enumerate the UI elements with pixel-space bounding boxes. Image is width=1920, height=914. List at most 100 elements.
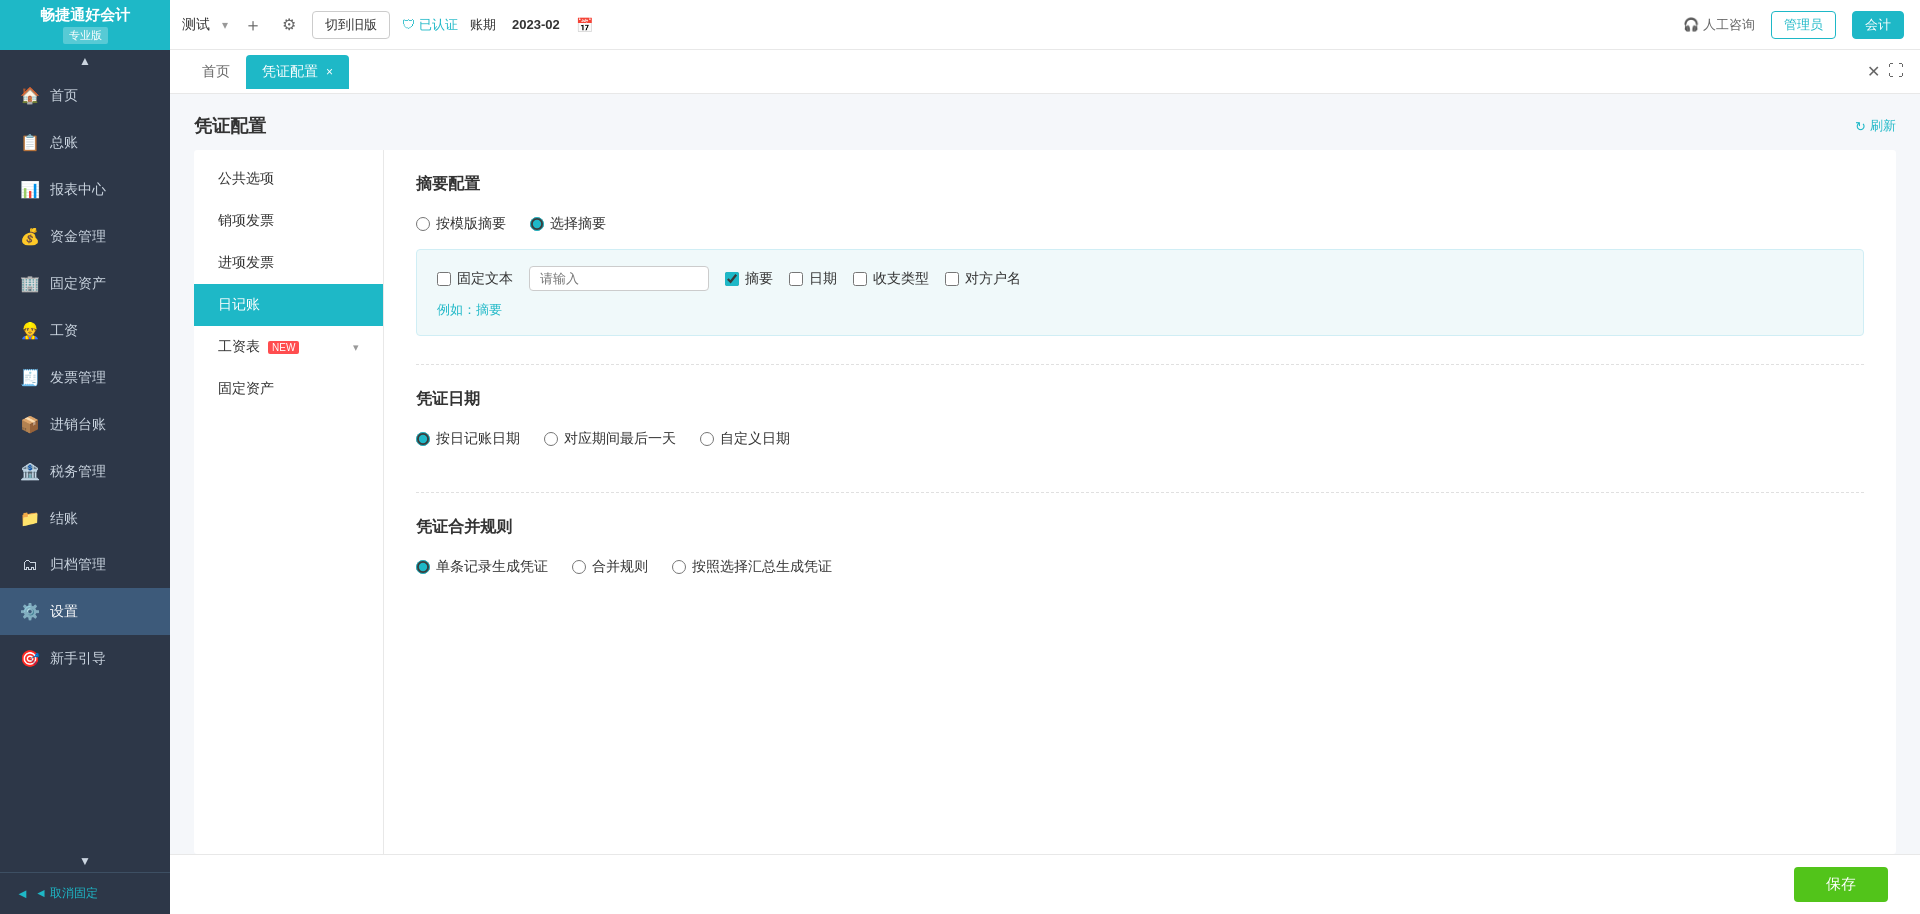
merge-summary-radio[interactable] (672, 560, 686, 574)
sidebar-item-guide[interactable]: 🎯 新手引导 (0, 635, 170, 682)
tab-voucher-config[interactable]: 凭证配置 × (246, 55, 349, 89)
income-type-checkbox[interactable] (853, 272, 867, 286)
merge-radio-summary[interactable]: 按照选择汇总生成凭证 (672, 558, 832, 576)
sidebar-item-trade[interactable]: 📦 进销台账 (0, 401, 170, 448)
date-radio-period-end[interactable]: 对应期间最后一天 (544, 430, 676, 448)
tab-actions: ✕ ⛶ (1867, 62, 1904, 81)
merge-rules-radio[interactable] (572, 560, 586, 574)
merge-single-radio[interactable] (416, 560, 430, 574)
sidebar-item-tax[interactable]: 🏦 税务管理 (0, 448, 170, 495)
date-journal-radio[interactable] (416, 432, 430, 446)
refresh-button[interactable]: ↻ 刷新 (1855, 117, 1896, 135)
period-value: 2023-02 (512, 17, 560, 32)
counterpart-checkbox-option[interactable]: 对方户名 (945, 270, 1021, 288)
summary-config-section: 摘要配置 按模版摘要 选择摘要 (416, 174, 1864, 365)
tab-bar: 首页 凭证配置 × ✕ ⛶ (170, 50, 1920, 94)
sidebar-item-archive[interactable]: 🗂 归档管理 (0, 542, 170, 588)
summary-radio-select[interactable]: 选择摘要 (530, 215, 606, 233)
tax-icon: 🏦 (20, 462, 40, 481)
tab-label: 凭证配置 (262, 63, 318, 81)
date-checkbox-option[interactable]: 日期 (789, 270, 837, 288)
sidebar-item-label: 工资 (50, 322, 78, 340)
gear-icon[interactable]: ⚙ (278, 15, 300, 34)
sidebar-item-ledger[interactable]: 📋 总账 (0, 119, 170, 166)
date-custom-radio[interactable] (700, 432, 714, 446)
fixed-text-label: 固定文本 (457, 270, 513, 288)
top-right-area: 🎧 人工咨询 管理员 会计 (1683, 11, 1904, 39)
nav-item-fixed-assets[interactable]: 固定资产 (194, 368, 383, 410)
calendar-icon[interactable]: 📅 (576, 17, 593, 33)
sidebar-item-reports[interactable]: 📊 报表中心 (0, 166, 170, 213)
accountant-button[interactable]: 会计 (1852, 11, 1904, 39)
left-nav: 公共选项 销项发票 进项发票 日记账 工资表 NEW (194, 150, 384, 854)
logo-title: 畅捷通好会计 (40, 6, 130, 25)
nav-item-sales-invoice[interactable]: 销项发票 (194, 200, 383, 242)
nav-label: 公共选项 (218, 170, 274, 188)
shield-icon: 🛡 (402, 17, 415, 32)
fixed-text-checkbox-option[interactable]: 固定文本 (437, 270, 513, 288)
expand-icon[interactable]: ⛶ (1888, 62, 1904, 81)
fixed-text-checkbox[interactable] (437, 272, 451, 286)
nav-label: 销项发票 (218, 212, 274, 230)
summary-select-radio[interactable] (530, 217, 544, 231)
logo-area: 畅捷通好会计 专业版 (0, 0, 170, 50)
sidebar-item-invoice[interactable]: 🧾 发票管理 (0, 354, 170, 401)
sidebar-unpin-button[interactable]: ◄ ◄ 取消固定 (0, 872, 170, 914)
inner-layout: 公共选项 销项发票 进项发票 日记账 工资表 NEW (194, 150, 1896, 854)
merge-radio-single[interactable]: 单条记录生成凭证 (416, 558, 548, 576)
date-section-title: 凭证日期 (416, 389, 1864, 410)
nav-item-journal[interactable]: 日记账 (194, 284, 383, 326)
sidebar-item-label: 报表中心 (50, 181, 106, 199)
admin-button[interactable]: 管理员 (1771, 11, 1836, 39)
sidebar-item-settings[interactable]: ⚙️ 设置 (0, 588, 170, 635)
fixed-text-input[interactable] (529, 266, 709, 291)
page-title: 凭证配置 (194, 114, 266, 138)
sidebar-item-salary[interactable]: 👷 工资 (0, 307, 170, 354)
sidebar-item-label: 结账 (50, 510, 78, 528)
date-period-end-radio[interactable] (544, 432, 558, 446)
invoice-icon: 🧾 (20, 368, 40, 387)
project-dropdown-icon[interactable]: ▾ (222, 18, 228, 32)
close-window-icon[interactable]: ✕ (1867, 62, 1880, 81)
date-checkbox[interactable] (789, 272, 803, 286)
date-period-end-label: 对应期间最后一天 (564, 430, 676, 448)
sidebar-item-label: 新手引导 (50, 650, 106, 668)
add-icon[interactable]: ＋ (240, 13, 266, 37)
merge-rules-label: 合并规则 (592, 558, 648, 576)
date-radio-journal[interactable]: 按日记账日期 (416, 430, 520, 448)
nav-label: 工资表 (218, 338, 260, 356)
counterpart-checkbox[interactable] (945, 272, 959, 286)
summary-radio-template[interactable]: 按模版摘要 (416, 215, 506, 233)
merge-radio-rules[interactable]: 合并规则 (572, 558, 648, 576)
income-type-checkbox-option[interactable]: 收支类型 (853, 270, 929, 288)
sidebar-scroll-up[interactable]: ▲ (0, 50, 170, 72)
consult-button[interactable]: 🎧 人工咨询 (1683, 16, 1755, 34)
summary-label: 摘要 (745, 270, 773, 288)
summary-section-title: 摘要配置 (416, 174, 1864, 195)
summary-checkbox-option[interactable]: 摘要 (725, 270, 773, 288)
sidebar-item-home[interactable]: 🏠 首页 (0, 72, 170, 119)
nav-item-public[interactable]: 公共选项 (194, 158, 383, 200)
assets-icon: 🏢 (20, 274, 40, 293)
sidebar-item-close[interactable]: 📁 结账 (0, 495, 170, 542)
summary-checkbox[interactable] (725, 272, 739, 286)
merge-summary-label: 按照选择汇总生成凭证 (692, 558, 832, 576)
example-text: 例如：摘要 (437, 301, 1843, 319)
sidebar-item-funds[interactable]: 💰 资金管理 (0, 213, 170, 260)
bottom-bar: 保存 (170, 854, 1920, 914)
sidebar-item-assets[interactable]: 🏢 固定资产 (0, 260, 170, 307)
summary-template-radio[interactable] (416, 217, 430, 231)
save-button[interactable]: 保存 (1794, 867, 1888, 902)
tab-home[interactable]: 首页 (186, 53, 246, 91)
nav-item-payroll[interactable]: 工资表 NEW ▾ (194, 326, 383, 368)
salary-icon: 👷 (20, 321, 40, 340)
tab-close-icon[interactable]: × (326, 65, 333, 79)
switch-old-button[interactable]: 切到旧版 (312, 11, 390, 39)
sidebar-item-label: 资金管理 (50, 228, 106, 246)
merge-section-title: 凭证合并规则 (416, 517, 1864, 538)
date-radio-custom[interactable]: 自定义日期 (700, 430, 790, 448)
nav-item-purchase-invoice[interactable]: 进项发票 (194, 242, 383, 284)
sidebar-item-label: 进销台账 (50, 416, 106, 434)
sidebar-scroll-down[interactable]: ▼ (0, 850, 170, 872)
content-area: 首页 凭证配置 × ✕ ⛶ 凭证配置 ↻ 刷新 (170, 50, 1920, 914)
